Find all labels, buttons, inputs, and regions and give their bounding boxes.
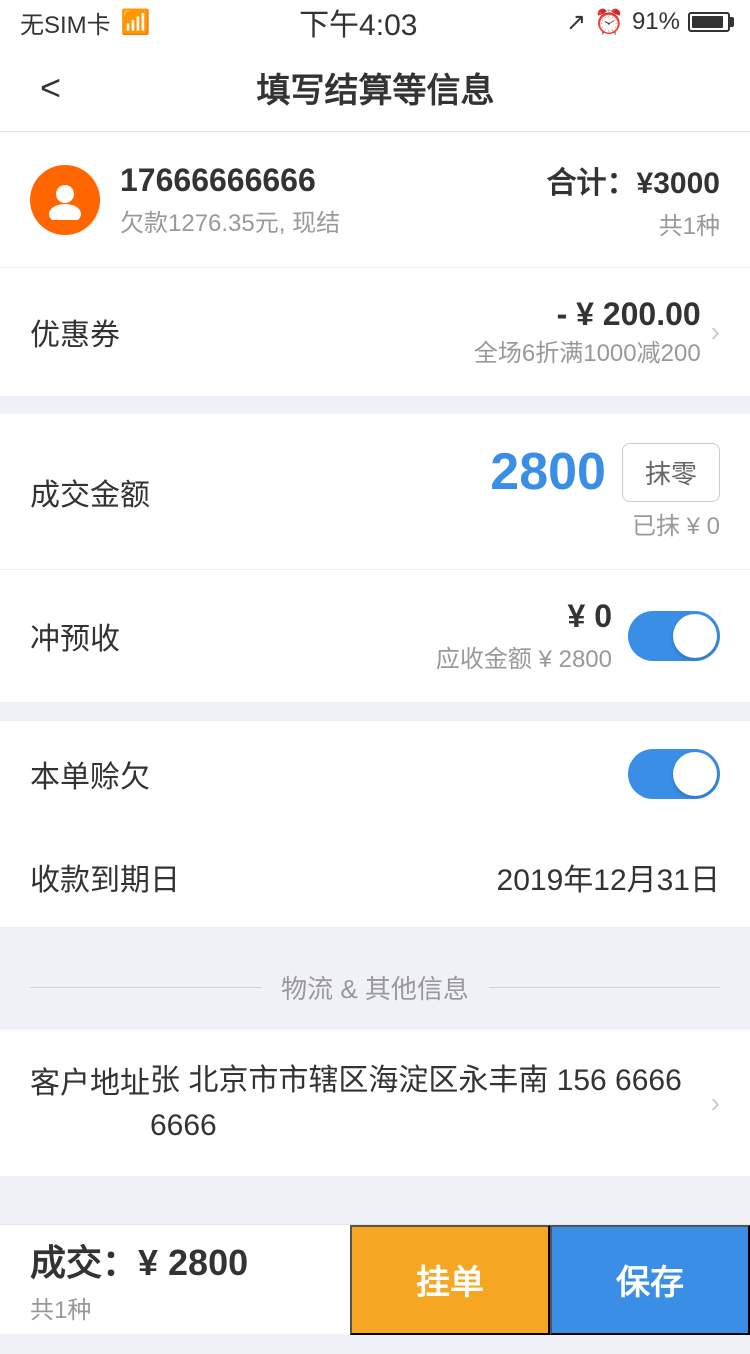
arrears-label: 本单赊欠: [30, 752, 150, 796]
avatar: [30, 165, 100, 235]
rounded-sub: 已抹 ¥ 0: [490, 506, 720, 541]
prepay-amount-col: ¥ 0 应收金额 ¥ 2800: [436, 598, 612, 674]
arrears-card: 本单赊欠 收款到期日 2019年12月31日: [0, 721, 750, 927]
bottom-prefix: 成交：: [30, 1242, 138, 1283]
address-row[interactable]: 客户地址 张 北京市市辖区海淀区永丰南 156 6666 6666 ›: [0, 1030, 750, 1176]
page-title: 填写结算等信息: [91, 63, 660, 112]
wifi-icon: 📶: [121, 8, 151, 37]
location-icon: ↗: [566, 8, 586, 37]
nav-bar: < 填写结算等信息: [0, 44, 750, 132]
prepay-amount: ¥ 0: [568, 598, 612, 634]
coupon-discount: - ¥ 200.00: [474, 296, 701, 333]
bottom-sub: 共1种: [30, 1290, 320, 1325]
divider-line-right: [489, 987, 720, 988]
back-button[interactable]: <: [30, 57, 71, 119]
prepay-right: ¥ 0 应收金额 ¥ 2800: [436, 598, 720, 674]
status-bar: 无SIM卡 📶 下午4:03 ↗ ⏰ 91%: [0, 0, 750, 44]
alarm-icon: ⏰: [594, 8, 624, 37]
status-left: 无SIM卡 📶: [20, 5, 151, 40]
customer-subtext: 欠款1276.35元, 现结: [120, 203, 547, 238]
due-date-row: 收款到期日 2019年12月31日: [0, 827, 750, 927]
total-amount: 合计：¥3000: [547, 158, 720, 202]
address-chevron-icon: ›: [711, 1087, 720, 1119]
coupon-row[interactable]: 优惠券 - ¥ 200.00 全场6折满1000减200 ›: [0, 267, 750, 396]
prepay-toggle[interactable]: [628, 611, 720, 661]
arrears-toggle[interactable]: [628, 749, 720, 799]
address-content: 张 北京市市辖区海淀区永丰南 156 6666 6666: [150, 1058, 701, 1148]
arrears-toggle-knob: [673, 752, 717, 796]
bottom-amount: ¥ 2800: [138, 1242, 248, 1283]
status-right: ↗ ⏰ 91%: [566, 8, 730, 37]
pending-button[interactable]: 挂单: [350, 1225, 550, 1335]
coupon-label: 优惠券: [30, 310, 120, 354]
save-button[interactable]: 保存: [550, 1225, 750, 1335]
prepay-label: 冲预收: [30, 614, 120, 658]
divider-line-left: [30, 987, 261, 988]
chevron-right-icon: ›: [711, 316, 720, 348]
address-label: 客户地址: [30, 1058, 150, 1102]
round-zero-button[interactable]: 抹零: [622, 443, 720, 502]
carrier-text: 无SIM卡: [20, 5, 111, 40]
arrears-row: 本单赊欠: [0, 721, 750, 827]
section-divider: 物流 & 其他信息: [0, 945, 750, 1030]
total-info: 合计：¥3000 共1种: [547, 158, 720, 241]
transaction-right: 2800 抹零 已抹 ¥ 0: [490, 442, 720, 541]
transaction-amount: 2800: [490, 442, 606, 502]
transaction-card: 成交金额 2800 抹零 已抹 ¥ 0 冲预收 ¥ 0 应: [0, 414, 750, 703]
total-sub: 共1种: [547, 206, 720, 241]
battery-percent: 91%: [632, 8, 680, 36]
bottom-total: 成交：¥ 2800: [30, 1234, 320, 1286]
battery-icon: [688, 12, 730, 32]
bottom-bar: 成交：¥ 2800 共1种 挂单 保存: [0, 1224, 750, 1334]
transaction-row: 成交金额 2800 抹零 已抹 ¥ 0: [0, 414, 750, 570]
transaction-label: 成交金额: [30, 470, 150, 514]
coupon-desc: 全场6折满1000减200: [474, 333, 701, 368]
status-time: 下午4:03: [299, 0, 417, 44]
coupon-right: - ¥ 200.00 全场6折满1000减200 ›: [474, 296, 720, 368]
address-card: 客户地址 张 北京市市辖区海淀区永丰南 156 6666 6666 ›: [0, 1030, 750, 1176]
customer-row: 17666666666 欠款1276.35元, 现结 合计：¥3000 共1种: [0, 132, 750, 267]
divider-text: 物流 & 其他信息: [261, 969, 489, 1006]
customer-phone: 17666666666: [120, 162, 547, 199]
customer-card: 17666666666 欠款1276.35元, 现结 合计：¥3000 共1种 …: [0, 132, 750, 396]
due-date-value: 2019年12月31日: [497, 855, 720, 899]
transaction-amount-col: 2800 抹零 已抹 ¥ 0: [490, 442, 720, 541]
customer-info: 17666666666 欠款1276.35元, 现结: [120, 162, 547, 238]
toggle-knob: [673, 614, 717, 658]
prepay-sub: 应收金额 ¥ 2800: [436, 639, 612, 674]
content: 17666666666 欠款1276.35元, 现结 合计：¥3000 共1种 …: [0, 132, 750, 1354]
prepay-row: 冲预收 ¥ 0 应收金额 ¥ 2800: [0, 570, 750, 703]
bottom-summary: 成交：¥ 2800 共1种: [0, 1234, 350, 1325]
due-date-label: 收款到期日: [30, 855, 180, 899]
